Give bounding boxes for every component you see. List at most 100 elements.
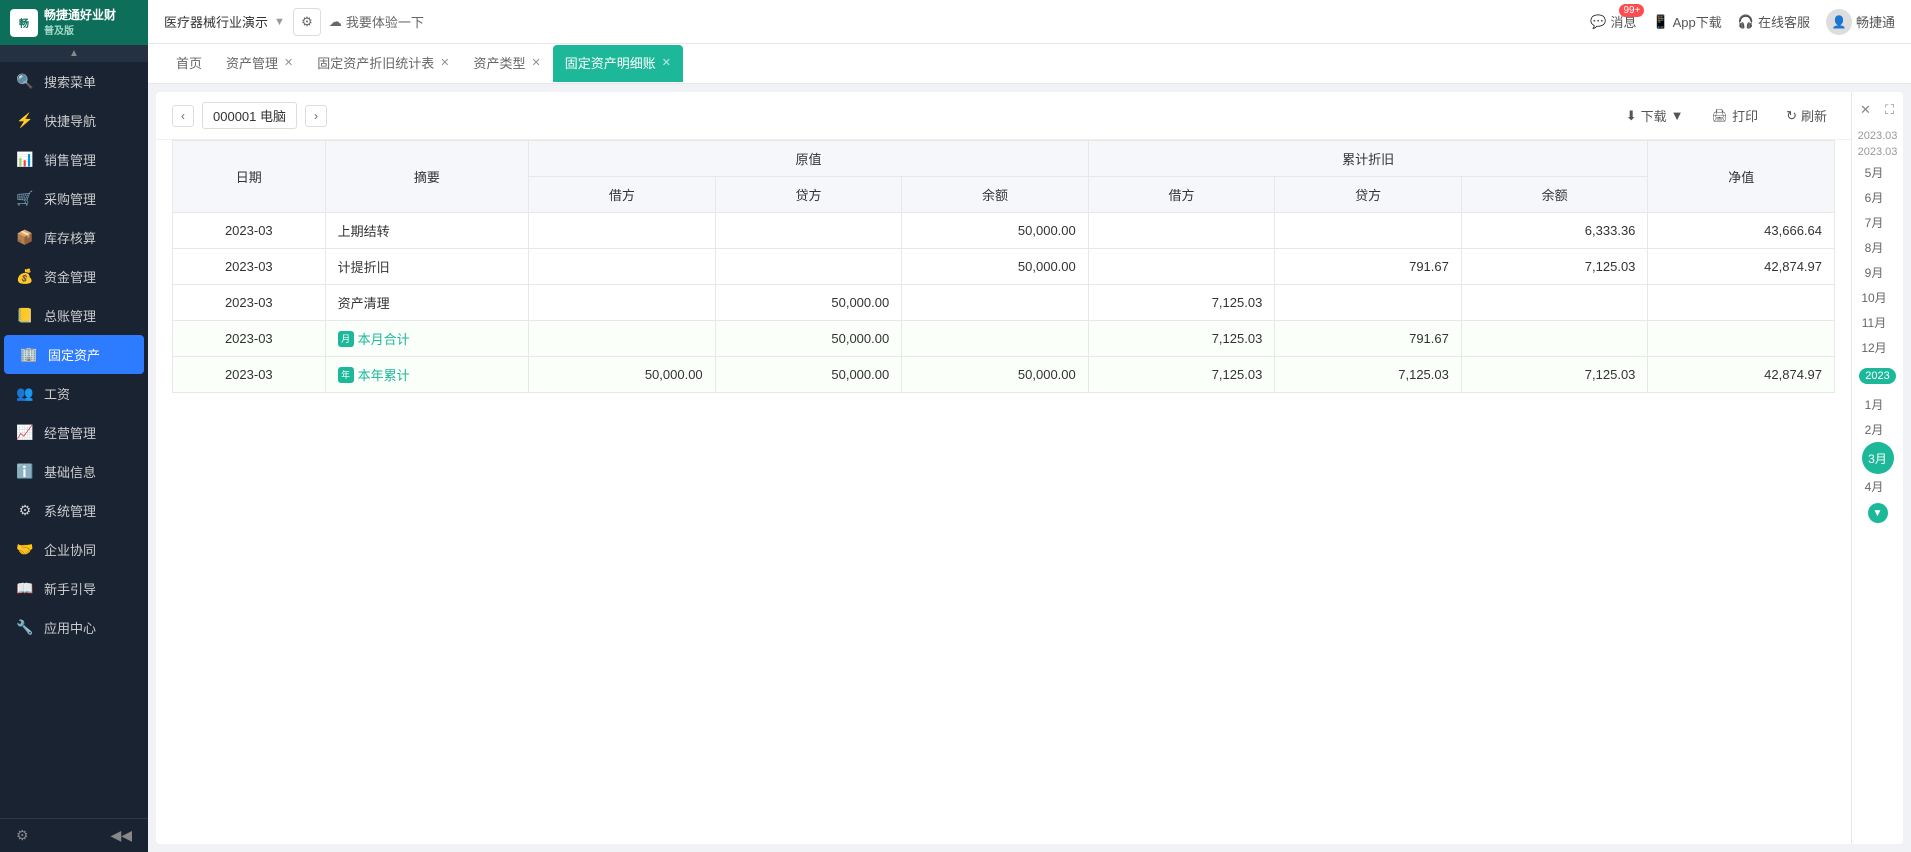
- tab-close-button[interactable]: ✕: [662, 56, 671, 69]
- col-ad-balance: 余额: [1461, 177, 1648, 213]
- sidebar-item-新手引导[interactable]: 📖新手引导: [0, 569, 148, 608]
- month-item-5月[interactable]: 5月: [1852, 160, 1896, 185]
- messages-icon: 💬: [1590, 14, 1606, 30]
- topbar-settings-button[interactable]: ⚙: [293, 8, 321, 36]
- topbar: 医疗器械行业演示 ▼ ⚙ ☁ 我要体验一下 💬 消息 99+ 📱 App下载 🎧…: [148, 0, 1911, 44]
- close-panel-icon[interactable]: ✕: [1856, 100, 1876, 120]
- cell-ov-credit: 50,000.00: [715, 357, 902, 393]
- nav-label: 采购管理: [44, 189, 96, 208]
- app-download-button[interactable]: 📱 App下载: [1652, 12, 1721, 31]
- year-badge-container: 2023: [1852, 360, 1903, 392]
- sidebar-item-总账管理[interactable]: 📒总账管理: [0, 296, 148, 335]
- sidebar-item-工资[interactable]: 👥工资: [0, 374, 148, 413]
- month-item-4月[interactable]: 4月: [1852, 474, 1896, 499]
- next-asset-button[interactable]: ›: [305, 105, 327, 127]
- user-avatar: 👤: [1826, 9, 1852, 35]
- tab-固定资产折旧统计表[interactable]: 固定资产折旧统计表✕: [305, 45, 461, 82]
- sidebar-item-基础信息[interactable]: ℹ️基础信息: [0, 452, 148, 491]
- online-service-icon: 🎧: [1738, 14, 1754, 30]
- month-item-12月[interactable]: 12月: [1852, 335, 1896, 360]
- tab-label: 首页: [176, 53, 202, 72]
- print-icon: 🖨: [1712, 108, 1729, 124]
- tab-close-button[interactable]: ✕: [532, 56, 541, 69]
- download-button[interactable]: ⬇ 下载 ▼: [1618, 102, 1692, 129]
- sidebar-item-经营管理[interactable]: 📈经营管理: [0, 413, 148, 452]
- year-badge[interactable]: 2023: [1859, 368, 1895, 384]
- app-edition: 普及版: [44, 22, 116, 37]
- sidebar-item-快捷导航[interactable]: ⚡快捷导航: [0, 101, 148, 140]
- cell-ad-debit: 7,125.03: [1088, 285, 1275, 321]
- sidebar-item-系统管理[interactable]: ⚙系统管理: [0, 491, 148, 530]
- nav-label: 基础信息: [44, 462, 96, 481]
- messages-button[interactable]: 💬 消息 99+: [1590, 12, 1636, 31]
- nav-label: 企业协同: [44, 540, 96, 559]
- sidebar-item-企业协同[interactable]: 🤝 企业协同: [0, 530, 148, 569]
- cell-summary: 资产清理: [325, 285, 529, 321]
- month-item-1月[interactable]: 1月: [1852, 392, 1896, 417]
- tab-close-button[interactable]: ✕: [284, 56, 293, 69]
- right-sidebar-prev-year: 2023.03: [1852, 144, 1903, 160]
- nav-icon: 🤝: [16, 541, 34, 558]
- user-menu[interactable]: 👤 畅捷通: [1826, 9, 1895, 35]
- month-item-6月[interactable]: 6月: [1852, 185, 1896, 210]
- settings-footer-icon[interactable]: ⚙: [16, 827, 29, 844]
- month-item-7月[interactable]: 7月: [1852, 210, 1896, 235]
- cell-net-value: 42,874.97: [1648, 249, 1835, 285]
- prev-asset-button[interactable]: ‹: [172, 105, 194, 127]
- right-sidebar-scroll-down[interactable]: ▼: [1868, 503, 1888, 523]
- month-item-10月[interactable]: 10月: [1852, 285, 1896, 310]
- nav-icon: 👥: [16, 385, 34, 402]
- cell-ov-debit: [529, 249, 716, 285]
- app-title: 畅捷通好业财: [44, 8, 116, 22]
- print-button[interactable]: 🖨 打印: [1704, 102, 1767, 129]
- month-item-9月[interactable]: 9月: [1852, 260, 1896, 285]
- sidebar-item-资金管理[interactable]: 💰资金管理: [0, 257, 148, 296]
- summary-label: 本年累计: [358, 365, 410, 384]
- sidebar-item-库存核算[interactable]: 📦库存核算: [0, 218, 148, 257]
- experience-button[interactable]: ☁ 我要体验一下: [329, 12, 424, 31]
- download-icon: ⬇: [1626, 108, 1637, 124]
- summary-label: 本月合计: [358, 329, 410, 348]
- nav-label: 销售管理: [44, 150, 96, 169]
- nav-label: 应用中心: [44, 618, 96, 637]
- tab-固定资产明细账[interactable]: 固定资产明细账✕: [553, 45, 683, 82]
- table-row: 2023-03 上期结转 50,000.00 6,333.36 43,666.6…: [173, 213, 1835, 249]
- refresh-button[interactable]: ↻ 刷新: [1778, 102, 1835, 129]
- month-item-2月[interactable]: 2月: [1852, 417, 1896, 442]
- nav-label: 总账管理: [44, 306, 96, 325]
- cell-ov-credit: [715, 213, 902, 249]
- sidebar-item-采购管理[interactable]: 🛒采购管理: [0, 179, 148, 218]
- collapse-icon[interactable]: ◀◀: [110, 827, 132, 844]
- expand-panel-icon[interactable]: ⛶: [1880, 100, 1900, 120]
- month-item-11月[interactable]: 11月: [1852, 310, 1896, 335]
- online-service-button[interactable]: 🎧 在线客服: [1738, 12, 1810, 31]
- tab-资产类型[interactable]: 资产类型✕: [461, 45, 552, 82]
- nav-icon: 🔍: [16, 73, 34, 90]
- tab-首页[interactable]: 首页: [164, 45, 214, 82]
- cell-ad-credit: 791.67: [1275, 249, 1462, 285]
- table-row: 2023-03 年本年累计 50,000.00 50,000.00 50,000…: [173, 357, 1835, 393]
- cell-ov-balance: [902, 321, 1089, 357]
- sidebar-item-销售管理[interactable]: 📊销售管理: [0, 140, 148, 179]
- table-container: 日期 摘要 原值 累计折旧 净值 借方 贷方 余额 借方 贷方 余额: [156, 140, 1851, 844]
- nav-icon: ⚙: [16, 502, 34, 519]
- company-selector[interactable]: 医疗器械行业演示 ▼: [164, 12, 285, 31]
- tab-资产管理[interactable]: 资产管理✕: [214, 45, 305, 82]
- cell-ov-credit: [715, 249, 902, 285]
- sidebar-item-搜索菜单[interactable]: 🔍搜索菜单: [0, 62, 148, 101]
- cell-ad-debit: 7,125.03: [1088, 357, 1275, 393]
- col-accumulated-dep: 累计折旧: [1088, 141, 1648, 177]
- nav-label: 库存核算: [44, 228, 96, 247]
- cell-ad-debit: 7,125.03: [1088, 321, 1275, 357]
- nav-icon: 💰: [16, 268, 34, 285]
- nav-icon: 📈: [16, 424, 34, 441]
- sidebar-item-应用中心[interactable]: 🔧应用中心: [0, 608, 148, 647]
- tabbar: 首页资产管理✕固定资产折旧统计表✕资产类型✕固定资产明细账✕: [148, 44, 1911, 84]
- right-sidebar-controls: ✕ ⛶: [1852, 100, 1904, 120]
- month-item-8月[interactable]: 8月: [1852, 235, 1896, 260]
- cell-net-value: [1648, 285, 1835, 321]
- tab-close-button[interactable]: ✕: [440, 56, 449, 69]
- sidebar-scroll-up[interactable]: ▲: [0, 45, 148, 62]
- sidebar-item-固定资产[interactable]: 🏢固定资产: [4, 335, 144, 374]
- month-item-3月[interactable]: 3月: [1862, 442, 1894, 474]
